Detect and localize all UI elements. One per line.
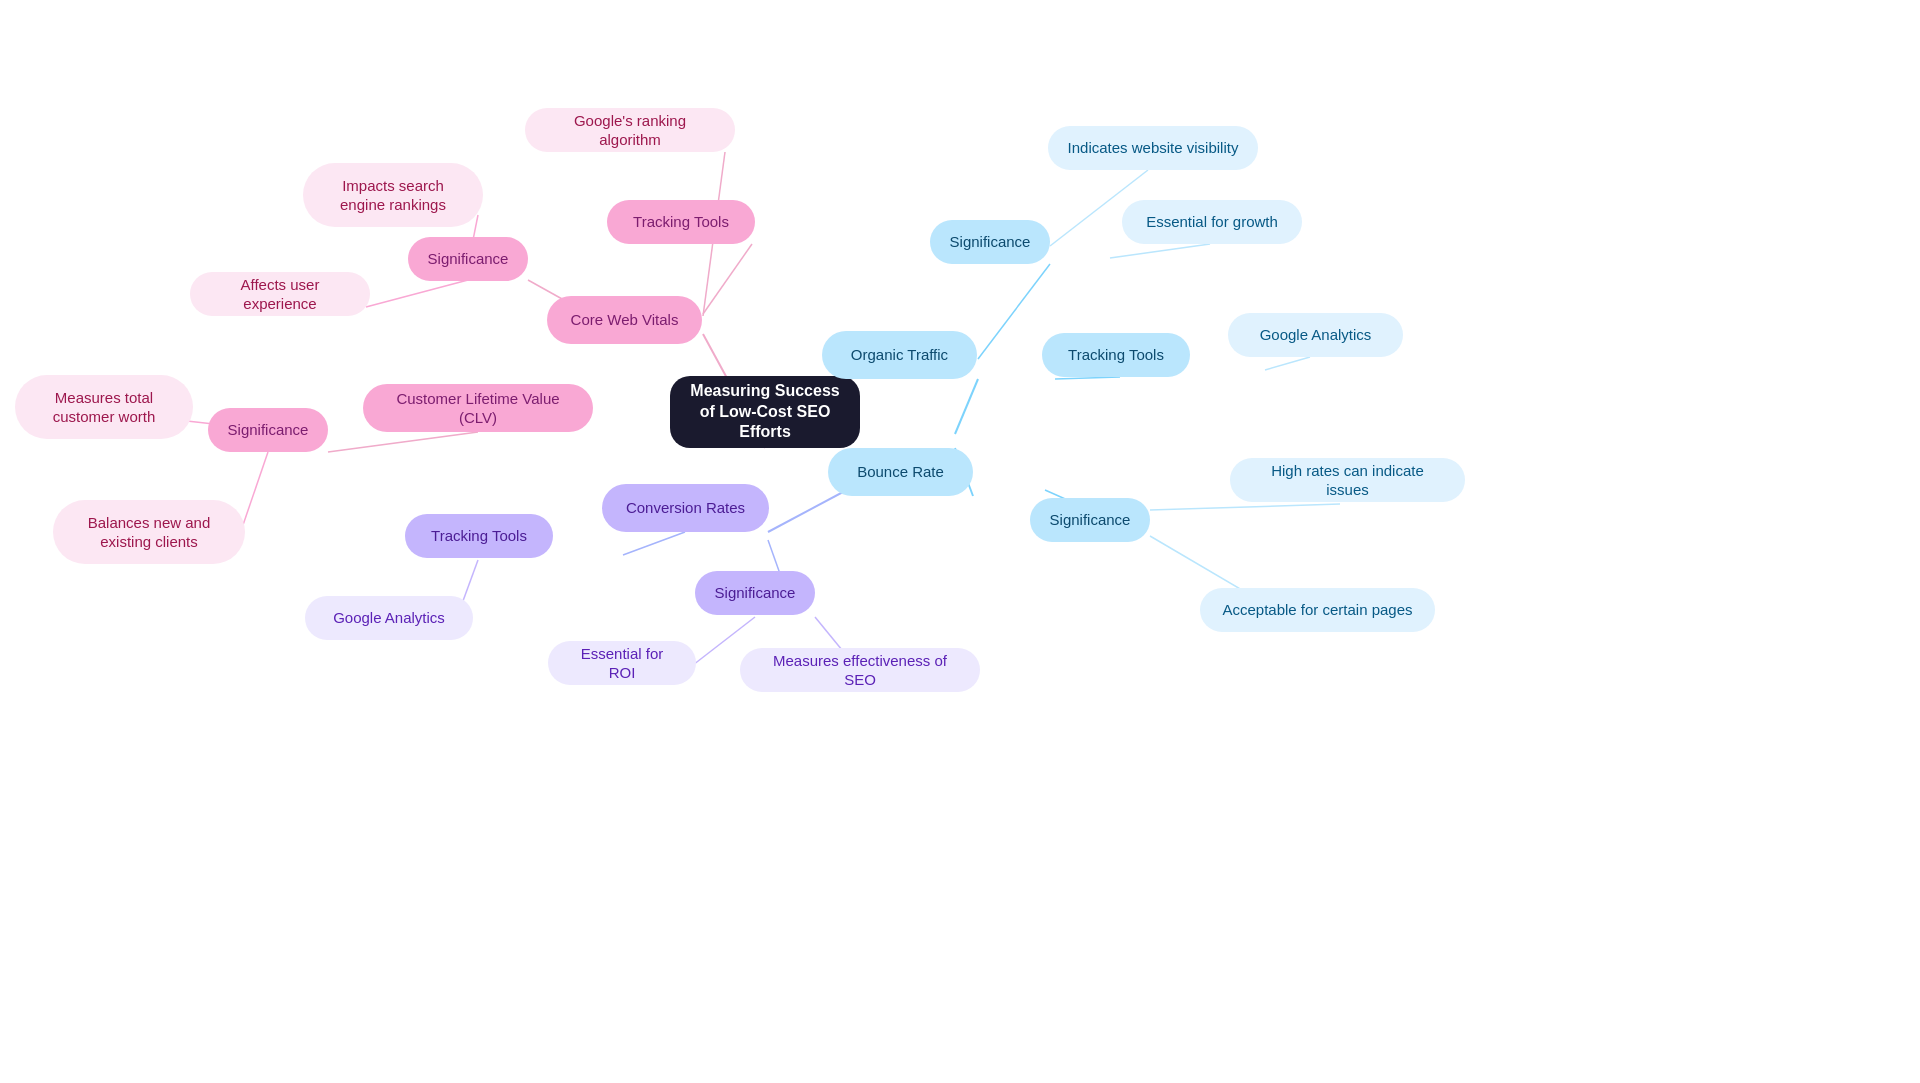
cr-significance-node: Significance [695, 571, 815, 615]
clv-significance-label: Significance [228, 420, 309, 440]
clv-label: Customer Lifetime Value (CLV) [381, 389, 575, 428]
clv-balances-label: Balances new and existing clients [71, 513, 227, 552]
br-significance-label: Significance [1050, 510, 1131, 530]
svg-line-13 [1055, 377, 1120, 379]
svg-line-8 [703, 244, 752, 314]
clv-significance-node: Significance [208, 408, 328, 452]
svg-line-14 [1265, 357, 1310, 370]
core-web-vitals-node: Core Web Vitals [547, 296, 702, 344]
organic-traffic-node: Organic Traffic [822, 331, 977, 379]
cr-tracking-label: Tracking Tools [431, 526, 527, 546]
svg-line-12 [1110, 244, 1210, 258]
cwv-affects-label: Affects user experience [208, 275, 352, 314]
br-acceptable-label: Acceptable for certain pages [1222, 600, 1412, 620]
core-web-vitals-label: Core Web Vitals [571, 310, 679, 330]
ot-tracking-label: Tracking Tools [1068, 345, 1164, 365]
cwv-google-node: Google's ranking algorithm [525, 108, 735, 152]
ot-indicates-node: Indicates website visibility [1048, 126, 1258, 170]
ot-essential-node: Essential for growth [1122, 200, 1302, 244]
ot-significance-node: Significance [930, 220, 1050, 264]
ot-google-analytics-node: Google Analytics [1228, 313, 1403, 357]
br-high-label: High rates can indicate issues [1248, 461, 1447, 500]
ot-google-analytics-label: Google Analytics [1260, 325, 1372, 345]
svg-line-25 [243, 452, 268, 525]
cr-measures-node: Measures effectiveness of SEO [740, 648, 980, 692]
svg-line-10 [978, 264, 1050, 359]
clv-node: Customer Lifetime Value (CLV) [363, 384, 593, 432]
cwv-impacts-node: Impacts search engine rankings [303, 163, 483, 227]
organic-traffic-label: Organic Traffic [851, 345, 948, 365]
cwv-tracking-label: Tracking Tools [633, 212, 729, 232]
svg-line-7 [366, 280, 468, 307]
conversion-rates-label: Conversion Rates [626, 498, 745, 518]
clv-measures-node: Measures total customer worth [15, 375, 193, 439]
clv-balances-node: Balances new and existing clients [53, 500, 245, 564]
br-acceptable-node: Acceptable for certain pages [1200, 588, 1435, 632]
br-high-node: High rates can indicate issues [1230, 458, 1465, 502]
cwv-affects-node: Affects user experience [190, 272, 370, 316]
cwv-tracking-node: Tracking Tools [607, 200, 755, 244]
ot-indicates-label: Indicates website visibility [1068, 138, 1239, 158]
cr-google-analytics-label: Google Analytics [333, 608, 445, 628]
cwv-google-label: Google's ranking algorithm [543, 111, 717, 150]
br-significance-node: Significance [1030, 498, 1150, 542]
cr-tracking-node: Tracking Tools [405, 514, 553, 558]
cr-google-analytics-node: Google Analytics [305, 596, 473, 640]
svg-line-16 [1150, 504, 1340, 510]
cr-essential-label: Essential for ROI [566, 644, 678, 683]
svg-line-1 [955, 379, 978, 434]
bounce-rate-label: Bounce Rate [857, 462, 944, 482]
cr-measures-label: Measures effectiveness of SEO [758, 651, 962, 690]
ot-essential-label: Essential for growth [1146, 212, 1278, 232]
conversion-rates-node: Conversion Rates [602, 484, 769, 532]
ot-tracking-node: Tracking Tools [1042, 333, 1190, 377]
cwv-significance-node: Significance [408, 237, 528, 281]
center-node: Measuring Success of Low-Cost SEO Effort… [670, 376, 860, 448]
clv-measures-label: Measures total customer worth [33, 388, 175, 427]
svg-line-23 [328, 432, 478, 452]
bounce-rate-node: Bounce Rate [828, 448, 973, 496]
cr-essential-node: Essential for ROI [548, 641, 696, 685]
cwv-impacts-label: Impacts search engine rankings [321, 176, 465, 215]
center-label: Measuring Success of Low-Cost SEO Effort… [688, 381, 842, 443]
cwv-significance-label: Significance [428, 249, 509, 269]
ot-significance-label: Significance [950, 232, 1031, 252]
svg-line-21 [623, 532, 685, 555]
cr-significance-label: Significance [715, 583, 796, 603]
